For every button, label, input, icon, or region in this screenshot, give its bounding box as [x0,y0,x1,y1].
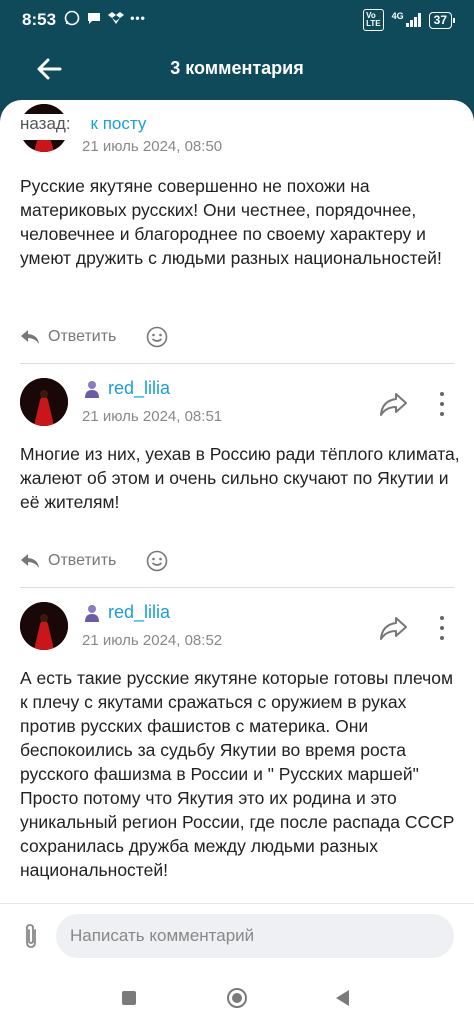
smile-icon[interactable] [146,326,168,348]
comment-actions: Ответить [20,326,168,348]
user-row: red_lilia [82,378,170,399]
paperclip-icon[interactable] [20,922,42,950]
divider [20,363,454,364]
reply-button[interactable]: Ответить [48,552,116,570]
avatar[interactable] [20,602,68,650]
avatar[interactable] [20,378,68,426]
to-post-link[interactable]: к посту [91,114,147,140]
divider [20,587,454,588]
comment-timestamp: 21 июль 2024, 08:51 [82,408,223,425]
comments-sheet: назад: к посту 21 июль 2024, 08:50 Русск… [0,100,474,1027]
more-notifications-icon: ••• [130,11,146,25]
smile-icon[interactable] [146,550,168,572]
more-options-icon[interactable] [438,392,446,416]
comment-timestamp: 21 июль 2024, 08:52 [82,632,223,649]
user-row: red_lilia [82,602,170,623]
back-label: назад: [20,114,71,133]
back-button[interactable] [336,990,349,1006]
username[interactable]: red_lilia [108,378,170,399]
volte-icon: Vo LTE [363,9,384,31]
comment-actions: Ответить [20,550,168,572]
username[interactable]: red_lilia [108,602,170,623]
dropbox-icon [108,10,124,26]
comment-timestamp: 21 июль 2024, 08:50 [82,138,223,155]
share-icon[interactable] [378,614,408,642]
comment-text: Русские якутяне совершенно не похожи на … [20,176,442,268]
reply-icon[interactable] [20,328,40,346]
recents-button[interactable] [122,991,136,1005]
app-bar: 3 комментария [0,40,474,100]
notification-icons: ••• [64,10,146,26]
user-badge-icon [85,604,99,622]
share-icon[interactable] [378,390,408,418]
battery-icon: 37 [428,11,456,29]
system-icons: Vo LTE 4G 37 [363,9,456,31]
message-icon [86,10,102,26]
whatsapp-icon [64,10,80,26]
comment-text: Многие из них, уехав в Россию ради тёпло… [20,444,460,512]
comment-composer [0,903,474,965]
home-button[interactable] [227,988,247,1008]
reply-icon[interactable] [20,552,40,570]
network-type: 4G [391,11,404,21]
back-to-post-row: назад: к посту [20,114,450,140]
status-time: 8:53 [22,10,57,29]
status-bar: 8:53 ••• Vo LTE 4G 37 [0,0,474,40]
comment-text: А есть такие русские якутяне которые гот… [20,668,455,880]
page-title: 3 комментария [170,58,304,78]
user-badge-icon [85,380,99,398]
more-options-icon[interactable] [438,616,446,640]
signal-icon [405,13,421,27]
system-nav-bar [0,965,474,1027]
comment-input[interactable] [56,914,454,958]
reply-button[interactable]: Ответить [48,328,116,346]
